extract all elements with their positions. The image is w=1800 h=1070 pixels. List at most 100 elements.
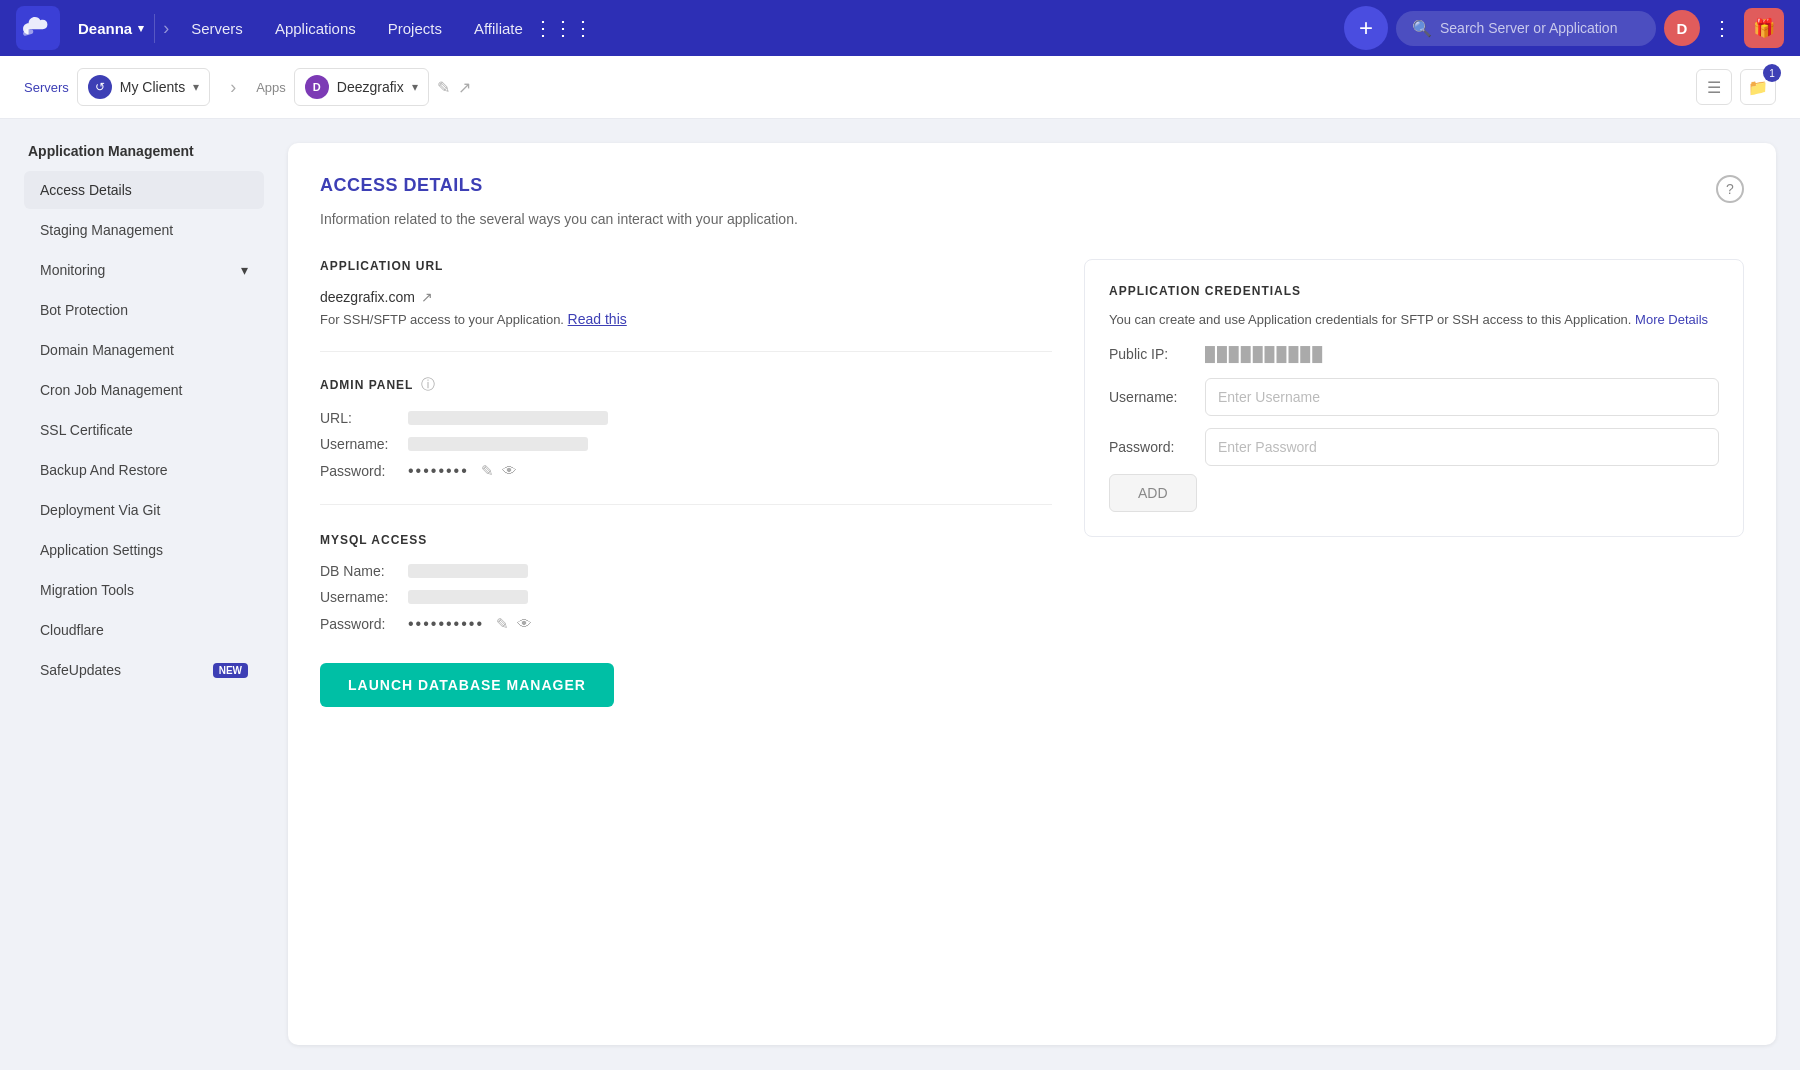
topnav-right: + 🔍 D ⋮ 🎁 (1344, 6, 1784, 50)
list-view-button[interactable]: ☰ (1696, 69, 1732, 105)
mysql-dbname-row: DB Name: (320, 563, 1052, 579)
logo[interactable] (16, 6, 60, 50)
top-navigation: Deanna ▾ › Servers Applications Projects… (0, 0, 1800, 56)
user-dropdown-arrow: ▾ (138, 22, 144, 35)
admin-password-row: Password: •••••••• ✎ 👁 (320, 462, 1052, 480)
help-icon[interactable]: ? (1716, 175, 1744, 203)
add-credentials-button[interactable]: ADD (1109, 474, 1197, 512)
sidebar-item-staging-management[interactable]: Staging Management (24, 211, 264, 249)
external-link-icon[interactable]: ↗ (421, 289, 433, 305)
sidebar-item-access-details[interactable]: Access Details (24, 171, 264, 209)
credentials-username-label: Username: (1109, 389, 1189, 405)
subheader: Servers ↺ My Clients ▾ › Apps D Deezgraf… (0, 56, 1800, 119)
credentials-username-input[interactable] (1205, 378, 1719, 416)
content-area: ACCESS DETAILS ? Information related to … (288, 143, 1776, 1045)
folder-icon: 📁 (1748, 78, 1768, 97)
admin-panel-info-icon[interactable]: ⓘ (421, 376, 435, 394)
servers-label: Servers (24, 80, 69, 95)
mysql-password-label: Password: (320, 616, 400, 632)
apps-label: Apps (256, 80, 286, 95)
credentials-password-input[interactable] (1205, 428, 1719, 466)
edit-app-icon[interactable]: ✎ (437, 78, 450, 97)
server-name: My Clients (120, 79, 185, 95)
user-menu[interactable]: Deanna ▾ (68, 14, 155, 43)
admin-password-show-icon[interactable]: 👁 (502, 462, 517, 480)
credentials-description: You can create and use Application crede… (1109, 310, 1719, 330)
server-icon: ↺ (88, 75, 112, 99)
mysql-password-show-icon[interactable]: 👁 (517, 615, 532, 633)
sidebar-item-migration-tools[interactable]: Migration Tools (24, 571, 264, 609)
ssh-note: For SSH/SFTP access to your Application.… (320, 311, 1052, 327)
credentials-title: APPLICATION CREDENTIALS (1109, 284, 1719, 298)
admin-username-label: Username: (320, 436, 400, 452)
content-description: Information related to the several ways … (320, 211, 1744, 227)
launch-database-manager-button[interactable]: LAUNCH DATABASE MANAGER (320, 663, 614, 707)
app-url-section-title: APPLICATION URL (320, 259, 1052, 273)
admin-password-edit-icon[interactable]: ✎ (481, 462, 494, 480)
public-ip-label: Public IP: (1109, 346, 1189, 362)
app-url-row: deezgrafix.com ↗ (320, 289, 1052, 305)
notifications-button[interactable]: 📁 1 (1740, 69, 1776, 105)
nav-link-servers[interactable]: Servers (177, 12, 257, 45)
content-header: ACCESS DETAILS ? (320, 175, 1744, 203)
credentials-password-label: Password: (1109, 439, 1189, 455)
mysql-section-title: MYSQL ACCESS (320, 533, 1052, 547)
subheader-right: ☰ 📁 1 (1696, 69, 1776, 105)
username-label: Deanna (78, 20, 132, 37)
mysql-username-value (408, 590, 528, 604)
nav-link-applications[interactable]: Applications (261, 12, 370, 45)
search-box[interactable]: 🔍 (1396, 11, 1656, 46)
sidebar-item-backup-and-restore[interactable]: Backup And Restore (24, 451, 264, 489)
search-input[interactable] (1440, 20, 1640, 36)
avatar[interactable]: D (1664, 10, 1700, 46)
mysql-password-edit-icon[interactable]: ✎ (496, 615, 509, 633)
nav-link-projects[interactable]: Projects (374, 12, 456, 45)
admin-username-row: Username: (320, 436, 1052, 452)
nav-links: Servers Applications Projects Affiliate … (177, 10, 1344, 46)
sidebar-item-cloudflare[interactable]: Cloudflare (24, 611, 264, 649)
server-selector[interactable]: ↺ My Clients ▾ (77, 68, 210, 106)
sidebar-item-ssl-certificate[interactable]: SSL Certificate (24, 411, 264, 449)
admin-url-row: URL: (320, 410, 1052, 426)
sidebar-item-monitoring[interactable]: Monitoring ▾ (24, 251, 264, 289)
sidebar-item-label: Monitoring (40, 262, 105, 278)
sidebar-item-deployment-via-git[interactable]: Deployment Via Git (24, 491, 264, 529)
open-app-icon[interactable]: ↗ (458, 78, 471, 97)
nav-link-affiliate[interactable]: Affiliate (460, 12, 537, 45)
admin-password-dots: •••••••• (408, 462, 469, 480)
app-icon: D (305, 75, 329, 99)
app-actions: ✎ ↗ (437, 78, 471, 97)
left-column: APPLICATION URL deezgrafix.com ↗ For SSH… (320, 259, 1052, 707)
admin-url-label: URL: (320, 410, 400, 426)
more-options-icon[interactable]: ⋮ (1708, 12, 1736, 44)
servers-section: Servers ↺ My Clients ▾ (24, 68, 210, 106)
more-details-link[interactable]: More Details (1635, 312, 1708, 327)
sidebar-item-cron-job-management[interactable]: Cron Job Management (24, 371, 264, 409)
sidebar-section-title: Application Management (24, 143, 264, 159)
grid-icon[interactable]: ⋮⋮⋮ (545, 10, 581, 46)
new-badge: NEW (213, 663, 248, 678)
mysql-password-row: Password: •••••••••• ✎ 👁 (320, 615, 1052, 633)
main-layout: Application Management Access Details St… (0, 119, 1800, 1069)
gift-icon[interactable]: 🎁 (1744, 8, 1784, 48)
sidebar-item-domain-management[interactable]: Domain Management (24, 331, 264, 369)
app-selector[interactable]: D Deezgrafix ▾ (294, 68, 429, 106)
mysql-section: MYSQL ACCESS DB Name: Username: Password… (320, 533, 1052, 707)
admin-username-value (408, 437, 588, 451)
admin-panel-header: ADMIN PANEL ⓘ (320, 376, 1052, 394)
read-this-link[interactable]: Read this (568, 311, 627, 327)
divider-1 (320, 351, 1052, 352)
mysql-dbname-value (408, 564, 528, 578)
sidebar-item-safeupdates[interactable]: SafeUpdates NEW (24, 651, 264, 689)
page-title: ACCESS DETAILS (320, 175, 483, 196)
two-column-layout: APPLICATION URL deezgrafix.com ↗ For SSH… (320, 259, 1744, 707)
app-url-value: deezgrafix.com (320, 289, 415, 305)
chevron-down-icon: ▾ (241, 262, 248, 278)
admin-panel-title: ADMIN PANEL (320, 378, 413, 392)
sidebar-item-bot-protection[interactable]: Bot Protection (24, 291, 264, 329)
search-icon: 🔍 (1412, 19, 1432, 38)
brand-logo[interactable] (16, 6, 60, 50)
add-button[interactable]: + (1344, 6, 1388, 50)
credentials-username-row: Username: (1109, 378, 1719, 416)
sidebar-item-application-settings[interactable]: Application Settings (24, 531, 264, 569)
